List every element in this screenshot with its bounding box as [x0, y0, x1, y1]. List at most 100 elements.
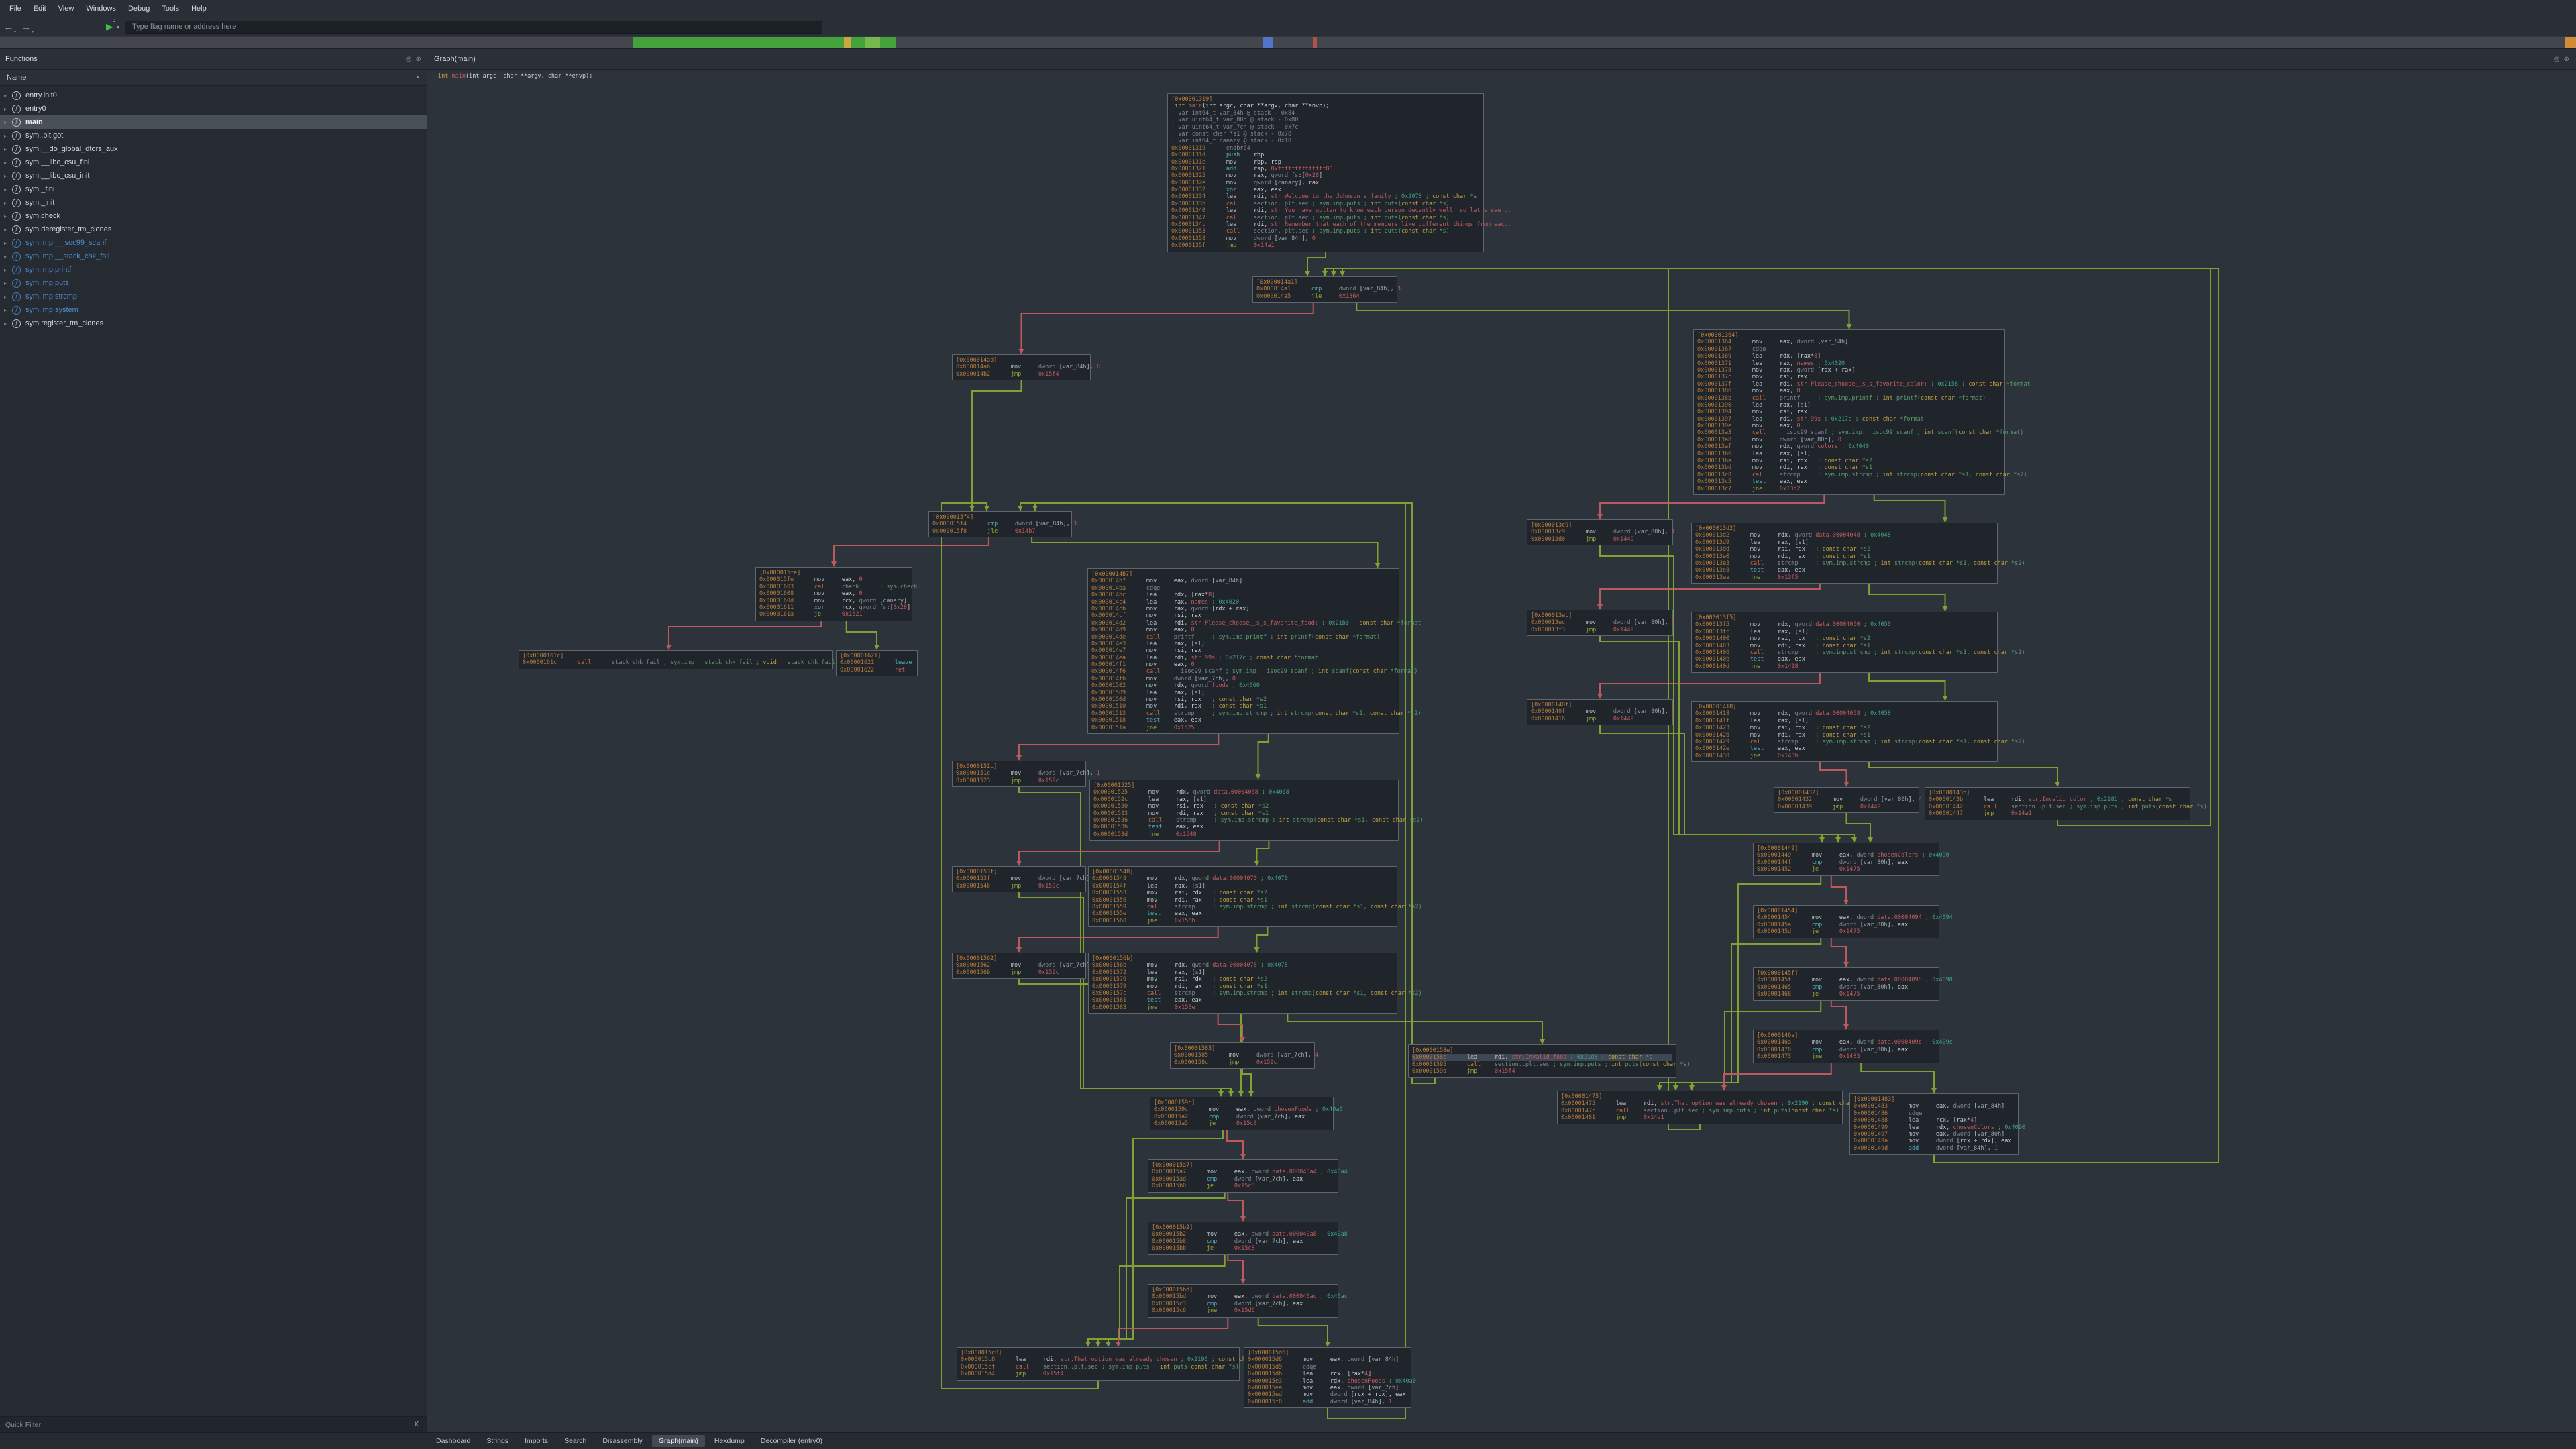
quick-filter-input[interactable]: Quick Filter	[5, 1421, 41, 1429]
panel-close-icon[interactable]: ⊗	[2564, 56, 2569, 63]
tab-strings[interactable]: Strings	[480, 1435, 515, 1447]
basic-block-0x000013ec[interactable]: [0x000013ec] 0x000013ec mov dword [var_80…	[1527, 610, 1675, 637]
expand-arrow-icon[interactable]: ▸	[4, 280, 12, 286]
expand-arrow-icon[interactable]: ▸	[4, 254, 12, 260]
basic-block-0x00001319[interactable]: [0x00001319] int main(int argc, char **a…	[1167, 93, 1515, 252]
expand-arrow-icon[interactable]: ▸	[4, 307, 12, 313]
functions-column-header[interactable]: Name ▲	[0, 70, 427, 86]
basic-block-0x00001483[interactable]: [0x00001483] 0x00001483 mov eax, dword [v…	[1849, 1093, 2025, 1155]
expand-arrow-icon[interactable]: ▸	[4, 186, 12, 193]
expand-arrow-icon[interactable]: ▸	[4, 227, 12, 233]
panel-close-icon[interactable]: ⊗	[416, 56, 421, 63]
basic-block-0x00001475[interactable]: [0x00001475] 0x00001475 lea rdi, str.That…	[1557, 1091, 1864, 1124]
function-list-item-entry.init0[interactable]: ▸ ƒ entry.init0	[0, 89, 427, 102]
debug-start-icon[interactable]: ▶ D	[106, 19, 115, 32]
expand-arrow-icon[interactable]: ▸	[4, 294, 12, 300]
function-list-item-sym.check[interactable]: ▸ ƒ sym.check	[0, 209, 427, 223]
tab-graph-main-[interactable]: Graph(main)	[651, 1435, 705, 1447]
basic-block-0x0000145f[interactable]: [0x0000145f] 0x0000145f mov eax, dword da…	[1753, 967, 1953, 1001]
menu-item-help[interactable]: Help	[186, 3, 212, 14]
expand-arrow-icon[interactable]: ▸	[4, 133, 12, 139]
debug-dropdown-icon[interactable]: ▾	[117, 24, 119, 30]
expand-arrow-icon[interactable]: ▸	[4, 321, 12, 327]
panel-menu-icon[interactable]: ◎	[406, 56, 412, 63]
tab-hexdump[interactable]: Hexdump	[708, 1435, 751, 1447]
function-list-item-sym._fini[interactable]: ▸ ƒ sym._fini	[0, 182, 427, 196]
expand-arrow-icon[interactable]: ▸	[4, 240, 12, 246]
basic-block-0x0000143b[interactable]: [0x0000143b] 0x0000143b lea rdi, str.Inva…	[1925, 787, 2207, 820]
basic-block-0x00001585[interactable]: [0x00001585] 0x00001585 mov dword [var_7c…	[1170, 1042, 1318, 1069]
expand-arrow-icon[interactable]: ▸	[4, 173, 12, 179]
expand-arrow-icon[interactable]: ▸	[4, 146, 12, 152]
function-list-item-sym.register_tm_clones[interactable]: ▸ ƒ sym.register_tm_clones	[0, 317, 427, 330]
expand-arrow-icon[interactable]: ▸	[4, 119, 12, 125]
function-list-item-sym.imp.strcmp[interactable]: ▸ ƒ sym.imp.strcmp	[0, 290, 427, 303]
basic-block-0x0000158e[interactable]: [0x0000158e] 0x0000158e lea rdi, str.Inva…	[1408, 1044, 1690, 1078]
basic-block-0x00001621[interactable]: [0x00001621] 0x00001621 leave 0x00001622 r…	[836, 650, 918, 677]
function-list-item-sym._init[interactable]: ▸ ƒ sym._init	[0, 196, 427, 209]
basic-block-0x00001562[interactable]: [0x00001562] 0x00001562 mov dword [var_7c…	[952, 953, 1100, 979]
function-list-item-sym.imp.puts[interactable]: ▸ ƒ sym.imp.puts	[0, 276, 427, 290]
function-list-item-sym..plt.got[interactable]: ▸ ƒ sym..plt.got	[0, 129, 427, 142]
function-list-item-sym.deregister_tm_clones[interactable]: ▸ ƒ sym.deregister_tm_clones	[0, 223, 427, 236]
basic-block-0x000015a7[interactable]: [0x000015a7] 0x000015a7 mov eax, dword da…	[1148, 1159, 1348, 1193]
basic-block-0x000015c8[interactable]: [0x000015c8] 0x000015c8 lea rdi, str.That…	[957, 1347, 1263, 1381]
tab-imports[interactable]: Imports	[518, 1435, 555, 1447]
expand-arrow-icon[interactable]: ▸	[4, 267, 12, 273]
expand-arrow-icon[interactable]: ▸	[4, 213, 12, 219]
basic-block-0x00001432[interactable]: [0x00001432] 0x00001432 mov dword [var_80…	[1774, 787, 1922, 814]
function-list-item-sym.imp.printf[interactable]: ▸ ƒ sym.imp.printf	[0, 263, 427, 276]
menu-item-windows[interactable]: Windows	[80, 3, 121, 14]
menu-item-file[interactable]: File	[4, 3, 27, 14]
basic-block-0x000013d2[interactable]: [0x000013d2] 0x000013d2 mov rdx, qword da…	[1691, 523, 2025, 584]
menu-item-tools[interactable]: Tools	[156, 3, 184, 14]
function-list-item-sym.__do_global_dtors_aux[interactable]: ▸ ƒ sym.__do_global_dtors_aux	[0, 142, 427, 156]
quick-filter-clear-button[interactable]: X	[411, 1421, 421, 1428]
tab-search[interactable]: Search	[557, 1435, 593, 1447]
basic-block-0x00001548[interactable]: [0x00001548] 0x00001548 mov rdx, qword da…	[1088, 866, 1422, 928]
basic-block-0x0000161c[interactable]: [0x0000161c] 0x0000161c call __stack_chk_…	[519, 650, 856, 669]
basic-block-0x00001525[interactable]: [0x00001525] 0x00001525 mov rdx, qword da…	[1089, 780, 1424, 841]
basic-block-0x000013f5[interactable]: [0x000013f5] 0x000013f5 mov rdx, qword da…	[1691, 612, 2025, 674]
tab-dashboard[interactable]: Dashboard	[429, 1435, 477, 1447]
basic-block-0x00001454[interactable]: [0x00001454] 0x00001454 mov eax, dword da…	[1753, 905, 1953, 938]
function-list-item-entry0[interactable]: ▸ ƒ entry0	[0, 102, 427, 115]
expand-arrow-icon[interactable]: ▸	[4, 93, 12, 99]
menu-item-debug[interactable]: Debug	[123, 3, 155, 14]
back-icon[interactable]: ← ▾	[0, 21, 17, 34]
menu-item-view[interactable]: View	[53, 3, 80, 14]
basic-block-0x0000146a[interactable]: [0x0000146a] 0x0000146a mov eax, dword da…	[1753, 1030, 1953, 1063]
expand-arrow-icon[interactable]: ▸	[4, 160, 12, 166]
basic-block-0x000014ab[interactable]: [0x000014ab] 0x000014ab mov dword [var_84…	[952, 354, 1100, 381]
function-list-item-sym.imp.__isoc99_scanf[interactable]: ▸ ƒ sym.imp.__isoc99_scanf	[0, 236, 427, 250]
basic-block-0x000015bd[interactable]: [0x000015bd] 0x000015bd mov eax, dword da…	[1148, 1284, 1348, 1318]
basic-block-0x000014b7[interactable]: [0x000014b7] 0x000014b7 mov eax, dword [v…	[1087, 568, 1421, 734]
basic-block-0x00001449[interactable]: [0x00001449] 0x00001449 mov eax, dword ch…	[1753, 843, 1949, 876]
seek-progress-bar[interactable]	[0, 36, 2576, 49]
basic-block-0x0000151c[interactable]: [0x0000151c] 0x0000151c mov dword [var_7c…	[952, 761, 1100, 788]
seek-search-input[interactable]: Type flag name or address here	[125, 20, 823, 34]
function-list-item-sym.imp.__stack_chk_fail[interactable]: ▸ ƒ sym.imp.__stack_chk_fail	[0, 250, 427, 263]
tab-disassembly[interactable]: Disassembly	[596, 1435, 649, 1447]
basic-block-0x0000140f[interactable]: [0x0000140f] 0x0000140f mov dword [var_80…	[1527, 699, 1675, 726]
tab-decompiler-entry0-[interactable]: Decompiler (entry0)	[754, 1435, 829, 1447]
basic-block-0x0000153f[interactable]: [0x0000153f] 0x0000153f mov dword [var_7c…	[952, 866, 1100, 893]
basic-block-0x000015b2[interactable]: [0x000015b2] 0x000015b2 mov eax, dword da…	[1148, 1222, 1348, 1255]
graph-canvas[interactable]: int main(int argc, char **argv, char **e…	[427, 70, 2576, 1432]
basic-block-0x00001418[interactable]: [0x00001418] 0x00001418 mov rdx, qword da…	[1691, 701, 2025, 763]
function-list-item-sym.imp.system[interactable]: ▸ ƒ sym.imp.system	[0, 303, 427, 317]
basic-block-0x000015f4[interactable]: [0x000015f4] 0x000015f4 cmp dword [var_84…	[928, 511, 1077, 538]
basic-block-0x000014a1[interactable]: [0x000014a1] 0x000014a1 cmp dword [var_84…	[1252, 276, 1401, 303]
basic-block-0x000015fe[interactable]: [0x000015fe] 0x000015fe mov eax, 0 0x00001…	[755, 567, 918, 621]
basic-block-0x0000156b[interactable]: [0x0000156b] 0x0000156b mov rdx, qword da…	[1088, 953, 1422, 1014]
menu-item-edit[interactable]: Edit	[28, 3, 52, 14]
expand-arrow-icon[interactable]: ▸	[4, 200, 12, 206]
basic-block-0x00001364[interactable]: [0x00001364] 0x00001364 mov eax, dword [v…	[1693, 329, 2031, 495]
function-list-item-sym.__libc_csu_fini[interactable]: ▸ ƒ sym.__libc_csu_fini	[0, 156, 427, 169]
forward-icon[interactable]: → ▾	[17, 21, 35, 34]
expand-arrow-icon[interactable]: ▸	[4, 106, 12, 112]
panel-menu-icon[interactable]: ◎	[2554, 56, 2560, 63]
function-list-item-sym.__libc_csu_init[interactable]: ▸ ƒ sym.__libc_csu_init	[0, 169, 427, 182]
basic-block-0x0000159c[interactable]: [0x0000159c] 0x0000159c mov eax, dword ch…	[1150, 1097, 1343, 1130]
basic-block-0x000013c9[interactable]: [0x000013c9] 0x000013c9 mov dword [var_80…	[1527, 519, 1675, 546]
